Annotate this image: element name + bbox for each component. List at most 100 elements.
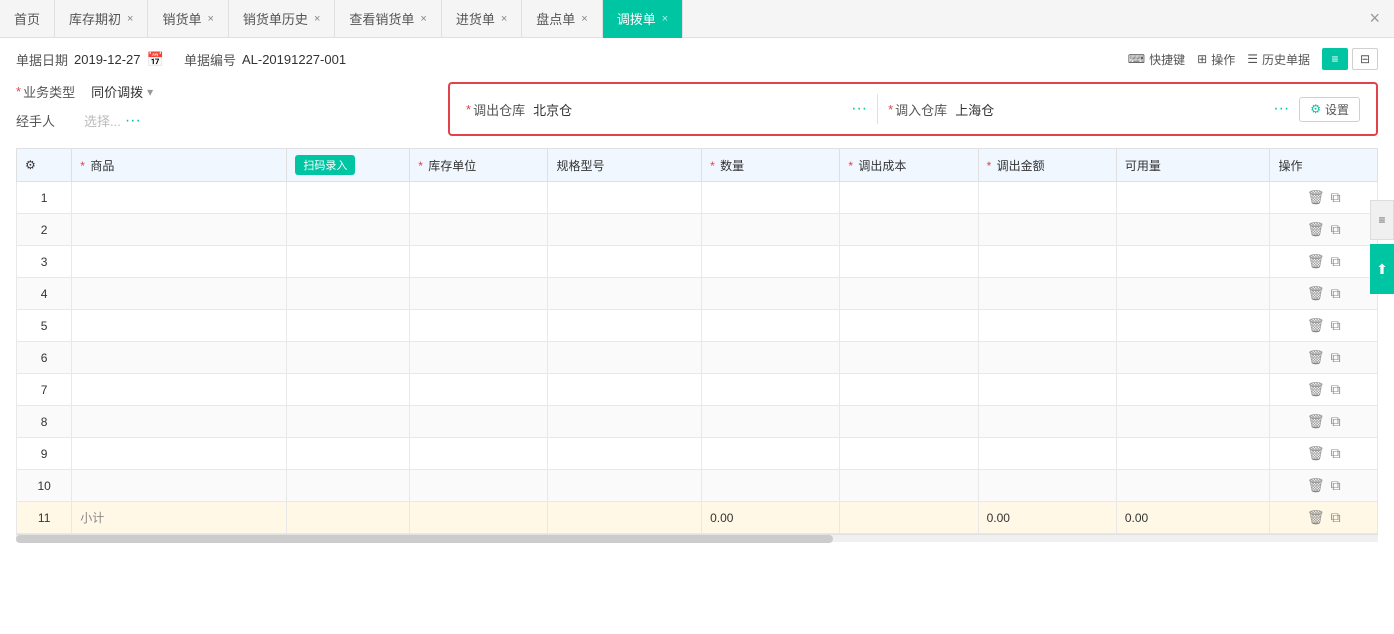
handler-placeholder[interactable]: 选择... [84, 111, 121, 130]
sidebar-expand-btn[interactable]: ⬆ [1370, 244, 1394, 294]
row-qty[interactable] [702, 310, 840, 342]
scrollbar-thumb[interactable] [16, 535, 833, 543]
row-scan[interactable] [287, 342, 410, 374]
row-unit[interactable] [410, 278, 548, 310]
row-goods[interactable] [72, 438, 287, 470]
settings-button[interactable]: ⚙ 设置 [1299, 97, 1360, 122]
row-cost[interactable] [840, 182, 978, 214]
row-scan[interactable] [287, 182, 410, 214]
row-scan[interactable] [287, 438, 410, 470]
tab-transfer-close[interactable]: × [662, 13, 668, 25]
calendar-icon[interactable]: 📅 [147, 51, 164, 68]
row-qty[interactable] [702, 278, 840, 310]
row-unit[interactable] [410, 342, 548, 374]
delete-row-icon[interactable]: 🗑 [1307, 285, 1325, 302]
row-unit[interactable] [410, 310, 548, 342]
row-goods[interactable] [72, 310, 287, 342]
copy-row-icon[interactable]: ⧉ [1331, 477, 1341, 494]
row-goods[interactable] [72, 214, 287, 246]
copy-row-icon[interactable]: ⧉ [1331, 253, 1341, 270]
row-amount[interactable] [978, 310, 1116, 342]
tab-sales-history-close[interactable]: × [314, 13, 320, 25]
tab-home[interactable]: 首页 [0, 0, 55, 38]
row-amount[interactable] [978, 374, 1116, 406]
tab-inventory-init[interactable]: 库存期初 × [55, 0, 148, 38]
delete-row-icon[interactable]: 🗑 [1307, 189, 1325, 206]
tab-sales-history[interactable]: 销货单历史 × [229, 0, 335, 38]
handler-more-btn[interactable]: ··· [125, 112, 141, 130]
row-avail[interactable] [1116, 406, 1270, 438]
row-amount[interactable] [978, 246, 1116, 278]
row-goods[interactable] [72, 182, 287, 214]
delete-row-icon[interactable]: 🗑 [1307, 221, 1325, 238]
toolbar-grid-btn[interactable]: ⊟ [1352, 48, 1378, 70]
row-spec[interactable] [548, 278, 702, 310]
row-unit[interactable] [410, 470, 548, 502]
tab-sales-order-close[interactable]: × [207, 13, 213, 25]
row-avail[interactable] [1116, 246, 1270, 278]
row-cost[interactable] [840, 374, 978, 406]
row-unit[interactable] [410, 214, 548, 246]
copy-row-icon[interactable]: ⧉ [1331, 381, 1341, 398]
shortcuts-btn[interactable]: ⌨ 快捷键 [1128, 51, 1185, 68]
row-avail[interactable] [1116, 438, 1270, 470]
tab-purchase-close[interactable]: × [501, 13, 507, 25]
row-amount[interactable] [978, 406, 1116, 438]
sidebar-list-btn[interactable]: ≡ [1370, 200, 1394, 240]
scrollbar[interactable] [16, 534, 1378, 542]
delete-row-icon[interactable]: 🗑 [1307, 381, 1325, 398]
row-avail[interactable] [1116, 470, 1270, 502]
row-avail[interactable] [1116, 310, 1270, 342]
scan-entry-button[interactable]: 扫码录入 [295, 155, 355, 175]
delete-row-icon[interactable]: 🗑 [1307, 317, 1325, 334]
tab-inventory-count[interactable]: 盘点单 × [522, 0, 602, 38]
row-amount[interactable] [978, 182, 1116, 214]
row-cost[interactable] [840, 214, 978, 246]
toolbar-list-btn[interactable]: ≡ [1322, 48, 1348, 70]
row-spec[interactable] [548, 214, 702, 246]
row-unit[interactable] [410, 246, 548, 278]
history-btn[interactable]: ☰ 历史单据 [1247, 51, 1310, 68]
delete-row-icon[interactable]: 🗑 [1307, 445, 1325, 462]
row-scan[interactable] [287, 374, 410, 406]
row-amount[interactable] [978, 342, 1116, 374]
row-unit[interactable] [410, 406, 548, 438]
row-goods[interactable] [72, 278, 287, 310]
row-qty[interactable] [702, 342, 840, 374]
delete-row-icon[interactable]: 🗑 [1307, 413, 1325, 430]
row-amount[interactable] [978, 278, 1116, 310]
copy-row-icon[interactable]: ⧉ [1331, 221, 1341, 238]
row-avail[interactable] [1116, 374, 1270, 406]
delete-subtotal-icon[interactable]: 🗑 [1307, 509, 1325, 526]
row-unit[interactable] [410, 182, 548, 214]
row-qty[interactable] [702, 246, 840, 278]
row-cost[interactable] [840, 342, 978, 374]
row-qty[interactable] [702, 214, 840, 246]
gear-icon[interactable]: ⚙ [25, 158, 36, 172]
row-goods[interactable] [72, 470, 287, 502]
row-amount[interactable] [978, 470, 1116, 502]
row-cost[interactable] [840, 278, 978, 310]
copy-row-icon[interactable]: ⧉ [1331, 349, 1341, 366]
row-avail[interactable] [1116, 214, 1270, 246]
row-spec[interactable] [548, 342, 702, 374]
row-avail[interactable] [1116, 182, 1270, 214]
tab-transfer[interactable]: 调拨单 × [603, 0, 683, 38]
tab-purchase[interactable]: 进货单 × [442, 0, 522, 38]
operations-btn[interactable]: ⊞ 操作 [1197, 51, 1235, 68]
row-goods[interactable] [72, 342, 287, 374]
row-scan[interactable] [287, 406, 410, 438]
copy-row-icon[interactable]: ⧉ [1331, 445, 1341, 462]
row-cost[interactable] [840, 246, 978, 278]
row-spec[interactable] [548, 374, 702, 406]
window-close-button[interactable]: × [1355, 0, 1394, 38]
tab-inventory-count-close[interactable]: × [581, 13, 587, 25]
row-cost[interactable] [840, 310, 978, 342]
row-amount[interactable] [978, 214, 1116, 246]
tab-inventory-init-close[interactable]: × [127, 13, 133, 25]
copy-row-icon[interactable]: ⧉ [1331, 285, 1341, 302]
business-type-dropdown-icon[interactable]: ▾ [147, 85, 153, 99]
row-goods[interactable] [72, 246, 287, 278]
row-cost[interactable] [840, 406, 978, 438]
row-scan[interactable] [287, 246, 410, 278]
